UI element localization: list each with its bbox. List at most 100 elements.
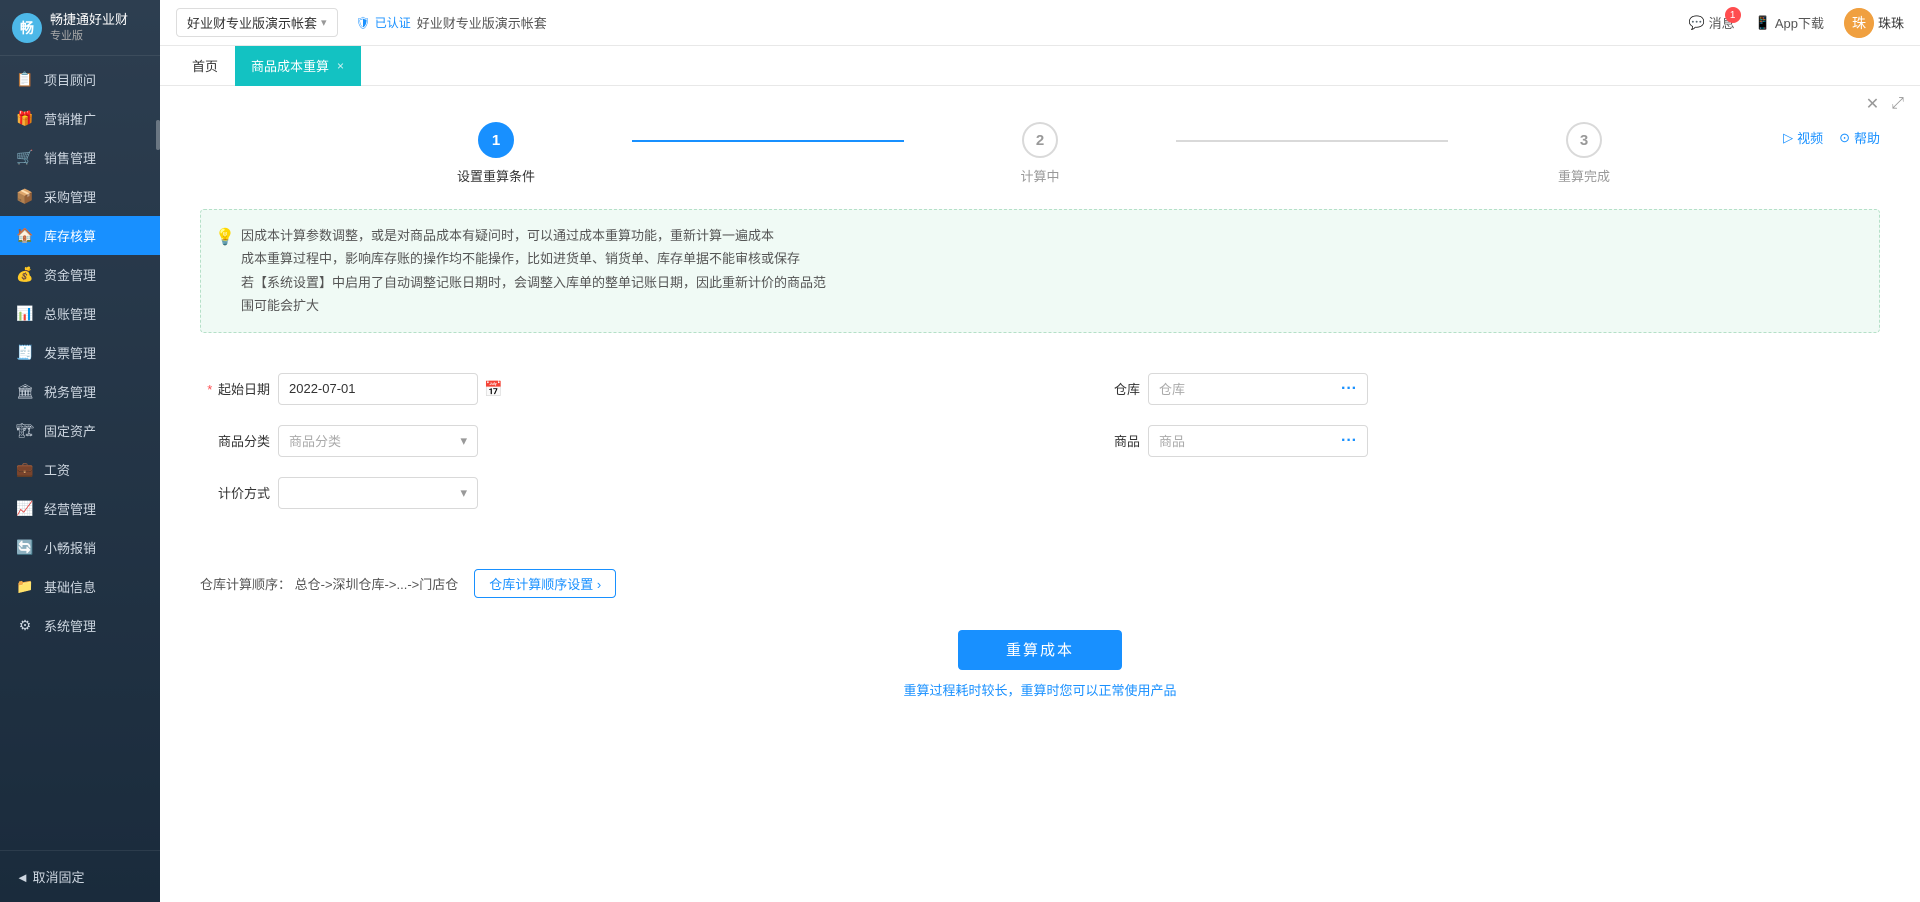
tab-home[interactable]: 首页 bbox=[176, 46, 235, 86]
sidebar-item-operations[interactable]: 📈 经营管理 bbox=[0, 489, 160, 528]
sidebar-item-sales[interactable]: 🛒 销售管理 bbox=[0, 138, 160, 177]
info-line-1: 因成本计算参数调整，或是对商品成本有疑问时，可以通过成本重算功能，重新计算一遍成… bbox=[241, 224, 1863, 247]
dots-btn[interactable]: ··· bbox=[1341, 380, 1357, 398]
help-link[interactable]: ⊙ 帮助 bbox=[1839, 128, 1880, 147]
form-row-2: 商品分类 商品分类 ▾ 商品 商品 ··· bbox=[200, 425, 1880, 457]
messages-badge: 1 bbox=[1725, 7, 1741, 23]
sidebar-item-marketing[interactable]: 🎁 营销推广 bbox=[0, 99, 160, 138]
payroll-icon: 💼 bbox=[16, 461, 34, 479]
tab-recalc-close[interactable]: × bbox=[337, 59, 344, 73]
inventory-icon: 🏠 bbox=[16, 227, 34, 245]
tabs-bar: 首页 商品成本重算 × bbox=[160, 46, 1920, 86]
marketing-icon: 🎁 bbox=[16, 110, 34, 128]
pricing-label: 计价方式 bbox=[200, 483, 270, 502]
app-download-label: App下载 bbox=[1775, 13, 1824, 32]
message-icon: 💬 bbox=[1688, 15, 1704, 31]
pricing-arrow: ▾ bbox=[460, 485, 467, 501]
operations-icon: 📈 bbox=[16, 500, 34, 518]
invoice-icon: 🧾 bbox=[16, 344, 34, 362]
project-label: 项目顾问 bbox=[44, 70, 96, 89]
play-icon: ▷ bbox=[1783, 130, 1793, 146]
sidebar-item-inventory[interactable]: 🏠 库存核算 bbox=[0, 216, 160, 255]
sidebar-item-assets[interactable]: 🏗 固定资产 bbox=[0, 411, 160, 450]
account-selector[interactable]: 好业财专业版演示帐套 ▾ bbox=[176, 8, 338, 37]
calendar-icon[interactable]: 📅 bbox=[484, 380, 503, 398]
account-name: 好业财专业版演示帐套 bbox=[187, 13, 317, 32]
close-button[interactable]: ✕ bbox=[1866, 94, 1879, 114]
sales-icon: 🛒 bbox=[16, 149, 34, 167]
expense-icon: 🔄 bbox=[16, 539, 34, 557]
warehouse-order-btn-label: 仓库计算顺序设置 › bbox=[489, 574, 601, 593]
operations-label: 经营管理 bbox=[44, 499, 96, 518]
date-label: * 起始日期 bbox=[200, 379, 270, 398]
content-area: ✕ ⤢ 1 设置重算条件 2 计算中 3 bbox=[160, 86, 1920, 902]
phone-icon: 📱 bbox=[1755, 15, 1771, 31]
info-line-4: 围可能会扩大 bbox=[241, 294, 1863, 317]
topbar-right: 💬 消息 1 📱 App下载 珠 珠珠 bbox=[1688, 8, 1904, 38]
goods-label: 商品 bbox=[1070, 431, 1140, 450]
system-label: 系统管理 bbox=[44, 616, 96, 635]
sidebar-item-finance[interactable]: 💰 资金管理 bbox=[0, 255, 160, 294]
form-group-date: * 起始日期 📅 bbox=[200, 373, 1010, 405]
accounting-icon: 📊 bbox=[16, 305, 34, 323]
inventory-label: 库存核算 bbox=[44, 226, 96, 245]
user-area[interactable]: 珠 珠珠 bbox=[1844, 8, 1904, 38]
finance-label: 资金管理 bbox=[44, 265, 96, 284]
finance-icon: 💰 bbox=[16, 266, 34, 284]
sidebar-item-purchase[interactable]: 📦 采购管理 bbox=[0, 177, 160, 216]
sidebar-item-system[interactable]: ⚙ 系统管理 bbox=[0, 606, 160, 645]
help-label: 帮助 bbox=[1854, 128, 1880, 147]
sidebar-item-invoice[interactable]: 🧾 发票管理 bbox=[0, 333, 160, 372]
goods-select[interactable]: 商品 ··· bbox=[1148, 425, 1368, 457]
step-2: 2 计算中 bbox=[904, 122, 1176, 185]
logo-text: 畅捷通好业财 专业版 bbox=[50, 12, 128, 43]
app-download-button[interactable]: 📱 App下载 bbox=[1755, 13, 1824, 32]
assets-icon: 🏗 bbox=[16, 422, 34, 440]
sidebar-item-tax[interactable]: 🏛 税务管理 bbox=[0, 372, 160, 411]
sidebar-item-unpin[interactable]: ◄ 取消固定 bbox=[0, 859, 160, 894]
sidebar-item-basic[interactable]: 📁 基础信息 bbox=[0, 567, 160, 606]
tab-home-label: 首页 bbox=[192, 56, 218, 75]
invoice-label: 发票管理 bbox=[44, 343, 96, 362]
logo-icon: 畅 bbox=[12, 13, 42, 43]
warehouse-order-btn[interactable]: 仓库计算顺序设置 › bbox=[474, 569, 616, 598]
info-line-2: 成本重算过程中，影响库存账的操作均不能操作，比如进货单、销货单、库存单据不能审核… bbox=[241, 247, 1863, 270]
main-area: 好业财专业版演示帐套 ▾ 🛡 已认证 好业财专业版演示帐套 💬 消息 1 📱 A… bbox=[160, 0, 1920, 902]
sidebar-item-expense[interactable]: 🔄 小畅报销 bbox=[0, 528, 160, 567]
sidebar-logo: 畅 畅捷通好业财 专业版 bbox=[0, 0, 160, 56]
sidebar-item-project[interactable]: 📋 项目顾问 bbox=[0, 60, 160, 99]
goods-dots-btn[interactable]: ··· bbox=[1341, 432, 1357, 450]
sidebar-item-payroll[interactable]: 💼 工资 bbox=[0, 450, 160, 489]
topbar: 好业财专业版演示帐套 ▾ 🛡 已认证 好业财专业版演示帐套 💬 消息 1 📱 A… bbox=[160, 0, 1920, 46]
recalc-button[interactable]: 重算成本 bbox=[958, 630, 1122, 670]
category-select[interactable]: 商品分类 ▾ bbox=[278, 425, 478, 457]
form-group-category: 商品分类 商品分类 ▾ bbox=[200, 425, 1010, 457]
sidebar-bottom[interactable]: ◄ 取消固定 bbox=[0, 850, 160, 902]
steps-container: 1 设置重算条件 2 计算中 3 重算完成 ▷ bbox=[160, 86, 1920, 209]
form-group-pricing: 计价方式 ▾ bbox=[200, 477, 1880, 509]
warehouse-order-text: 仓库计算顺序： 总仓->深圳仓库->...->门店仓 bbox=[200, 574, 458, 593]
pricing-select[interactable]: ▾ bbox=[278, 477, 478, 509]
video-link[interactable]: ▷ 视频 bbox=[1783, 128, 1823, 147]
warehouse-select[interactable]: 仓库 ··· bbox=[1148, 373, 1368, 405]
purchase-icon: 📦 bbox=[16, 188, 34, 206]
expand-button[interactable]: ⤢ bbox=[1891, 95, 1904, 113]
form-group-warehouse: 仓库 仓库 ··· bbox=[1070, 373, 1880, 405]
user-avatar: 珠 bbox=[1844, 8, 1874, 38]
window-controls: ✕ ⤢ bbox=[1866, 94, 1904, 114]
video-label: 视频 bbox=[1797, 128, 1823, 147]
verified-label: 已认证 bbox=[375, 14, 411, 31]
sidebar-nav: 📋 项目顾问 🎁 营销推广 🛒 销售管理 📦 采购管理 🏠 库存核算 💰 资金管… bbox=[0, 56, 160, 850]
messages-button[interactable]: 💬 消息 1 bbox=[1688, 13, 1734, 32]
project-icon: 📋 bbox=[16, 71, 34, 89]
form-group-goods: 商品 商品 ··· bbox=[1070, 425, 1880, 457]
recalc-btn-label: 重算成本 bbox=[1006, 642, 1074, 659]
date-input[interactable] bbox=[278, 373, 478, 405]
info-line-3: 若【系统设置】中启用了自动调整记账日期时，会调整入库单的整单记账日期，因此重新计… bbox=[241, 271, 1863, 294]
topbar-account: 好业财专业版演示帐套 ▾ 🛡 已认证 好业财专业版演示帐套 bbox=[176, 8, 547, 37]
step-2-label: 计算中 bbox=[1020, 166, 1059, 185]
sidebar-item-accounting[interactable]: 📊 总账管理 bbox=[0, 294, 160, 333]
step-3-label: 重算完成 bbox=[1558, 166, 1610, 185]
tab-recalc[interactable]: 商品成本重算 × bbox=[235, 46, 361, 86]
step-1: 1 设置重算条件 bbox=[360, 122, 632, 185]
